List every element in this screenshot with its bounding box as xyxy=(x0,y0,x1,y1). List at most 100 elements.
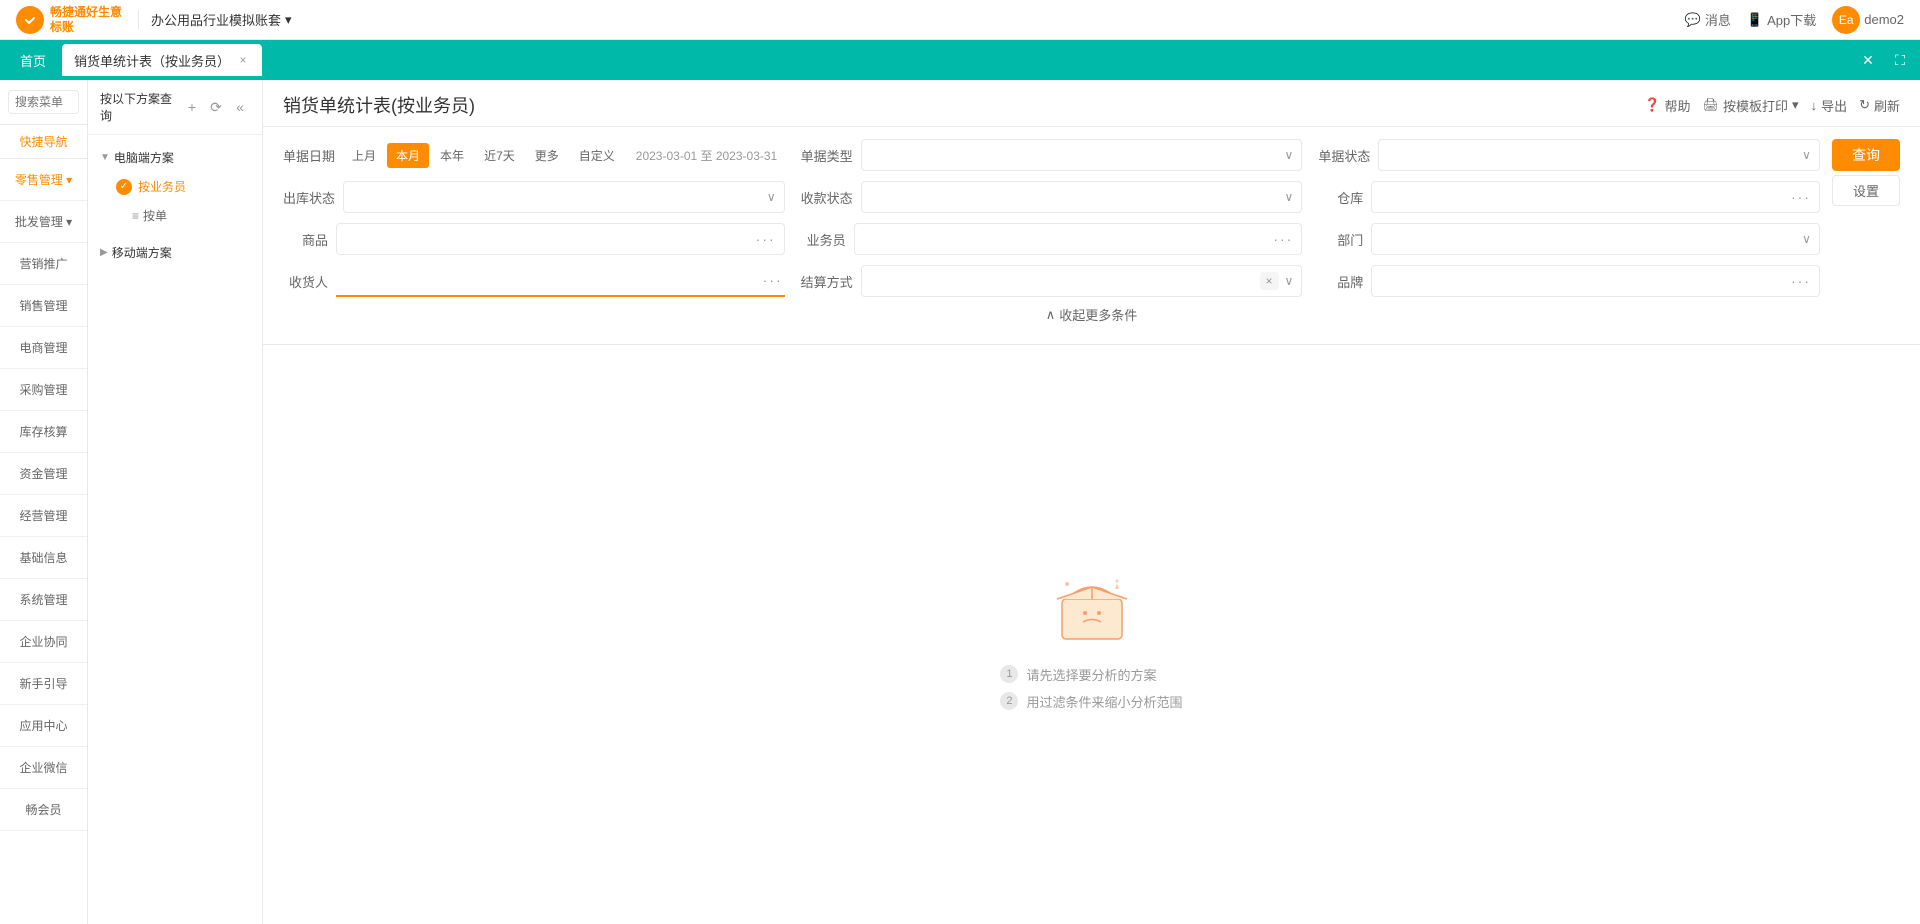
staff-control[interactable]: ··· xyxy=(854,223,1303,255)
date-tab-custom[interactable]: 自定义 xyxy=(570,143,624,168)
doc-status-filter-item: 单据状态 ∨ xyxy=(1318,139,1820,171)
empty-illustration xyxy=(1047,559,1137,649)
scheme-item-by-staff[interactable]: ✓ 按业务员 xyxy=(88,172,262,201)
sidebar-item-wholesale[interactable]: 批发管理 ▾ xyxy=(0,201,87,243)
empty-box-svg xyxy=(1047,559,1137,649)
collapse-bar[interactable]: ∧ 收起更多条件 xyxy=(283,297,1900,332)
sidebar-item-app-center[interactable]: 应用中心 xyxy=(0,705,87,747)
date-range: 2023-03-01 至 2023-03-31 xyxy=(636,147,777,164)
empty-state: 1 请先选择要分析的方案 2 用过滤条件来缩小分析范围 xyxy=(263,345,1920,924)
doc-type-filter-item: 单据类型 ∨ xyxy=(801,139,1303,171)
content-area: 销货单统计表(按业务员) ❓ 帮助 🖨 按模板打印 ▾ ↓ 导出 ↻ 刷新 xyxy=(263,80,1920,924)
top-bar-left: 畅捷通好生意 标账 办公用品行业模拟账套 ▾ xyxy=(16,5,292,34)
query-button[interactable]: 查询 xyxy=(1832,139,1900,171)
brand-control[interactable]: ··· xyxy=(1371,265,1820,297)
out-status-filter-item: 出库状态 ∨ xyxy=(283,181,785,213)
brand-filter-item: 品牌 ··· xyxy=(1318,265,1820,297)
export-action[interactable]: ↓ 导出 xyxy=(1811,96,1848,115)
sidebar-quick-nav[interactable]: 快捷导航 xyxy=(0,125,87,159)
doc-status-label: 单据状态 xyxy=(1318,146,1370,165)
date-tab-this-month[interactable]: 本月 xyxy=(387,143,429,168)
doc-type-control[interactable]: ∨ xyxy=(861,139,1303,171)
sidebar-item-basic-info[interactable]: 基础信息 xyxy=(0,537,87,579)
maximize-window-icon[interactable]: ⛶ xyxy=(1888,48,1912,72)
sidebar-item-enterprise[interactable]: 企业协同 xyxy=(0,621,87,663)
sidebar-item-finance[interactable]: 资金管理 xyxy=(0,453,87,495)
refresh-scheme-button[interactable]: ⟳ xyxy=(206,97,226,117)
warehouse-control[interactable]: ··· xyxy=(1371,181,1820,213)
sidebar-item-operations[interactable]: 经营管理 xyxy=(0,495,87,537)
filter-area: 单据日期 上月 本月 本年 近7天 更多 自定义 20 xyxy=(263,127,1920,345)
dept-control[interactable]: ∨ xyxy=(1371,223,1820,255)
sidebar-item-retail[interactable]: 零售管理 ▾ xyxy=(0,159,87,201)
receive-status-control[interactable]: ∨ xyxy=(861,181,1303,213)
search-input[interactable] xyxy=(8,90,79,114)
date-tab-more[interactable]: 更多 xyxy=(526,143,568,168)
template-print-action[interactable]: 🖨 按模板打印 ▾ xyxy=(1703,96,1799,115)
date-tabs: 上月 本月 本年 近7天 更多 自定义 xyxy=(343,143,624,168)
date-tab-this-year[interactable]: 本年 xyxy=(431,143,473,168)
app-download-action[interactable]: 📱 App下载 xyxy=(1747,10,1816,29)
pay-method-remove-icon[interactable]: × xyxy=(1266,274,1273,288)
left-panel-header-icons: + ⟳ « xyxy=(182,97,250,117)
date-tab-last-month[interactable]: 上月 xyxy=(343,143,385,168)
mobile-group-title[interactable]: ▶ 移动端方案 xyxy=(88,238,262,267)
filter-row-1: 单据日期 上月 本月 本年 近7天 更多 自定义 20 xyxy=(283,139,1820,171)
sidebar-item-marketing[interactable]: 营销推广 xyxy=(0,243,87,285)
staff-filter-item: 业务员 ··· xyxy=(801,223,1303,255)
sidebar-item-member[interactable]: 畅会员 xyxy=(0,789,87,831)
action-buttons: 查询 设置 xyxy=(1832,139,1900,206)
close-tab-icon[interactable]: × xyxy=(236,53,250,67)
sidebar-item-sales[interactable]: 销售管理 xyxy=(0,285,87,327)
goods-control[interactable]: ··· xyxy=(336,223,785,255)
app-download-icon: 📱 xyxy=(1747,12,1763,28)
refresh-icon: ↻ xyxy=(1859,97,1870,113)
help-action[interactable]: ❓ 帮助 xyxy=(1644,96,1690,115)
filter-row-4: 收货人 ··· 结算方式 xyxy=(283,265,1820,297)
desktop-group-title[interactable]: ▼ 电脑端方案 xyxy=(88,143,262,172)
add-scheme-button[interactable]: + xyxy=(182,97,202,117)
export-icon: ↓ xyxy=(1811,98,1818,113)
dept-dropdown-icon: ∨ xyxy=(1802,232,1811,246)
receiver-dots-icon: ··· xyxy=(763,272,783,288)
receiver-control[interactable]: ··· xyxy=(336,265,785,297)
close-window-icon[interactable]: ✕ xyxy=(1856,48,1880,72)
sidebar-item-ecommerce[interactable]: 电商管理 xyxy=(0,327,87,369)
staff-label: 业务员 xyxy=(801,230,846,249)
mobile-group-triangle: ▶ xyxy=(100,247,108,258)
goods-dots-icon: ··· xyxy=(756,231,776,247)
step-2-number: 2 xyxy=(1000,692,1018,710)
date-tab-7days[interactable]: 近7天 xyxy=(475,143,524,168)
sidebar-item-purchase[interactable]: 采购管理 xyxy=(0,369,87,411)
receiver-label: 收货人 xyxy=(283,272,328,291)
sidebar-item-system[interactable]: 系统管理 xyxy=(0,579,87,621)
sidebar-item-wechat[interactable]: 企业微信 xyxy=(0,747,87,789)
message-action[interactable]: 💬 消息 xyxy=(1685,10,1731,29)
collapse-panel-button[interactable]: « xyxy=(230,97,250,117)
user-avatar-action[interactable]: Ea demo2 xyxy=(1832,6,1904,34)
out-status-dropdown-icon: ∨ xyxy=(767,190,776,204)
staff-dots-icon: ··· xyxy=(1273,231,1293,247)
settings-button[interactable]: 设置 xyxy=(1832,175,1900,206)
scheme-item-by-order[interactable]: ≡ 按单 xyxy=(88,201,262,230)
out-status-control[interactable]: ∨ xyxy=(343,181,785,213)
app-selector[interactable]: 办公用品行业模拟账套 ▾ xyxy=(138,10,292,29)
pay-method-control[interactable]: × ∨ xyxy=(861,265,1303,297)
refresh-action[interactable]: ↻ 刷新 xyxy=(1859,96,1900,115)
help-icon: ❓ xyxy=(1644,97,1660,113)
pay-method-dropdown-icon: ∨ xyxy=(1285,274,1294,288)
dept-filter-item: 部门 ∨ xyxy=(1318,223,1820,255)
tab-sales-stats[interactable]: 销货单统计表（按业务员） × xyxy=(62,44,262,76)
sidebar-item-newbie[interactable]: 新手引导 xyxy=(0,663,87,705)
tab-home[interactable]: 首页 xyxy=(8,44,58,76)
receive-status-filter-item: 收款状态 ∨ xyxy=(801,181,1303,213)
date-filter-item: 单据日期 上月 本月 本年 近7天 更多 自定义 20 xyxy=(283,143,785,168)
receiver-filter-item: 收货人 ··· xyxy=(283,265,785,297)
dept-label: 部门 xyxy=(1318,230,1363,249)
main-layout: 快捷导航 零售管理 ▾ 批发管理 ▾ 营销推广 销售管理 电商管理 采购管理 库… xyxy=(0,80,1920,924)
sidebar: 快捷导航 零售管理 ▾ 批发管理 ▾ 营销推广 销售管理 电商管理 采购管理 库… xyxy=(0,80,88,924)
doc-status-control[interactable]: ∨ xyxy=(1378,139,1820,171)
logo-text: 畅捷通好生意 标账 xyxy=(50,5,122,34)
sidebar-item-inventory[interactable]: 库存核算 xyxy=(0,411,87,453)
sidebar-search-area xyxy=(0,80,87,125)
